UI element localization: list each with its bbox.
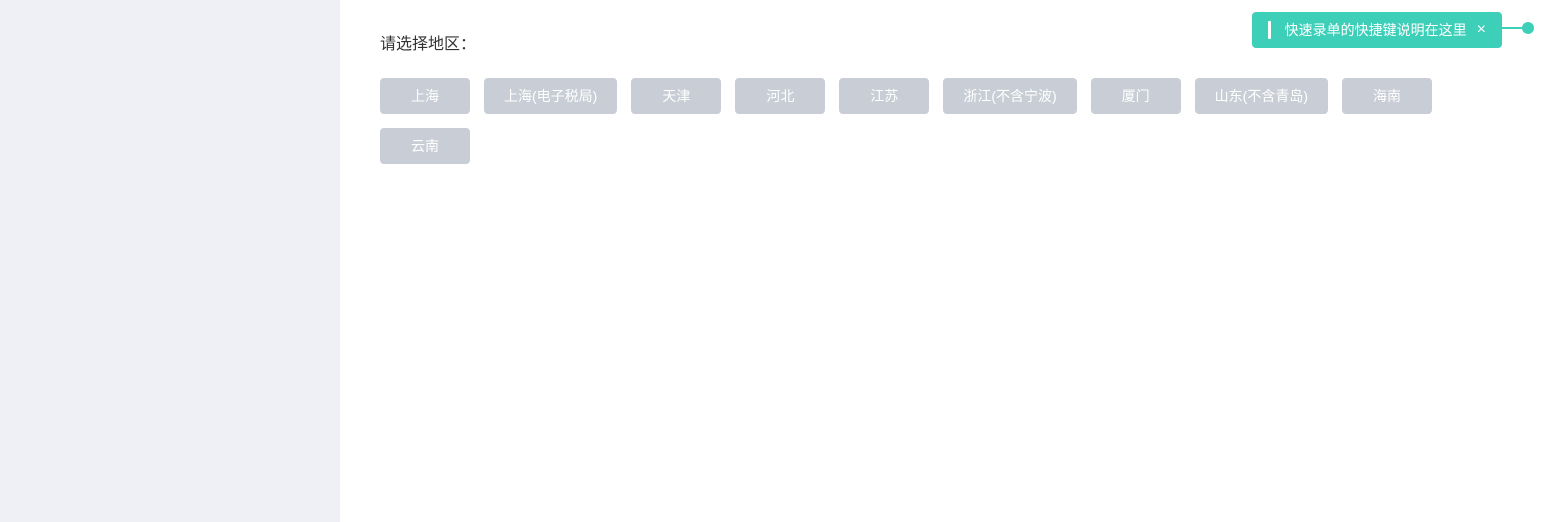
region-btn-shandong[interactable]: 山东(不含青岛) — [1195, 78, 1328, 114]
region-btn-shanghai-etax[interactable]: 上海(电子税局) — [484, 78, 617, 114]
region-btn-hebei[interactable]: 河北 — [735, 78, 825, 114]
tooltip-line — [1500, 27, 1522, 29]
tooltip-banner: 快速录单的快捷键说明在这里 × — [1252, 12, 1502, 48]
tooltip-dot — [1522, 22, 1534, 34]
region-btn-hainan[interactable]: 海南 — [1342, 78, 1432, 114]
tooltip-text: 快速录单的快捷键说明在这里 — [1285, 20, 1467, 40]
region-btn-zhejiang[interactable]: 浙江(不含宁波) — [943, 78, 1076, 114]
region-buttons-container: 上海上海(电子税局) 天津河北江苏浙江(不含宁波) 厦门山东(不含青岛) 海南云南 — [380, 78, 1522, 164]
region-btn-shanghai[interactable]: 上海 — [380, 78, 470, 114]
main-content: 请选择地区： 上海上海(电子税局)天津河北江苏浙江(不含宁波)厦门山东(不含青岛… — [340, 0, 1562, 522]
left-sidebar — [0, 0, 340, 522]
region-btn-xiamen[interactable]: 厦门 — [1091, 78, 1181, 114]
region-btn-jiangsu[interactable]: 江苏 — [839, 78, 929, 114]
region-btn-yunnan[interactable]: 云南 — [380, 128, 470, 164]
tooltip-close-button[interactable]: × — [1477, 22, 1486, 38]
region-btn-tianjin[interactable]: 天津 — [631, 78, 721, 114]
